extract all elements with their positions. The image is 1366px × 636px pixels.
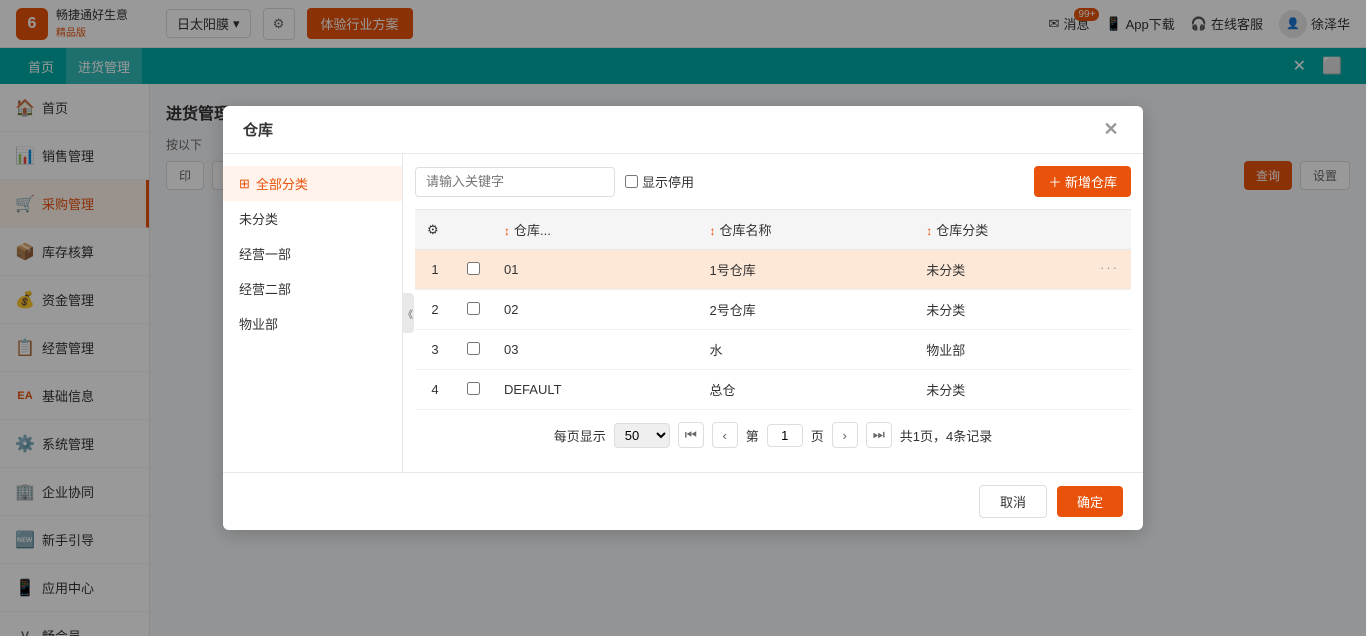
- page-unit: 页: [811, 426, 824, 445]
- cell-code: 01: [492, 250, 698, 290]
- tree-item-all[interactable]: ⊞ 全部分类: [223, 166, 402, 201]
- table-row[interactable]: 2 02 2号仓库 未分类: [415, 290, 1131, 330]
- grid-icon: ⊞: [239, 176, 250, 192]
- cell-code: 03: [492, 330, 698, 370]
- tree-item-property-label: 物业部: [239, 314, 278, 333]
- tree-item-dept2-label: 经营二部: [239, 279, 291, 298]
- cell-checkbox[interactable]: [455, 290, 492, 330]
- total-info: 共1页，4条记录: [900, 426, 992, 445]
- cell-checkbox[interactable]: [455, 370, 492, 410]
- cell-name: 总仓: [698, 370, 915, 410]
- tree-item-dept1[interactable]: 经营一部: [223, 236, 402, 271]
- cell-category: 物业部: [914, 330, 1131, 370]
- col-name[interactable]: ↕仓库名称: [698, 210, 915, 250]
- tree-item-all-label: 全部分类: [256, 174, 308, 193]
- show-disabled-checkbox[interactable]: [625, 175, 638, 188]
- search-input-wrap: 🔍: [415, 167, 615, 197]
- warehouse-table: ⚙ ↕仓库... ↕仓库名称 ↕仓库分类 1 01 1号仓库 未分类··· 2 …: [415, 209, 1131, 410]
- cell-code: 02: [492, 290, 698, 330]
- col-category[interactable]: ↕仓库分类: [914, 210, 1131, 250]
- add-warehouse-btn[interactable]: ＋ 新增仓库: [1034, 166, 1131, 197]
- tree-item-uncategorized[interactable]: 未分类: [223, 201, 402, 236]
- cell-name: 2号仓库: [698, 290, 915, 330]
- col-code[interactable]: ↕仓库...: [492, 210, 698, 250]
- prev-page-btn[interactable]: ‹: [712, 422, 738, 448]
- cell-num: 4: [415, 370, 455, 410]
- per-page-label: 每页显示: [554, 426, 606, 445]
- modal-overlay: 仓库 ✕ ⊞ 全部分类 未分类 经营一部 经营二部: [0, 0, 1366, 636]
- cell-code: DEFAULT: [492, 370, 698, 410]
- table-row[interactable]: 4 DEFAULT 总仓 未分类: [415, 370, 1131, 410]
- tree-item-property[interactable]: 物业部: [223, 306, 402, 341]
- search-input[interactable]: [416, 168, 612, 195]
- cell-name: 1号仓库: [698, 250, 915, 290]
- col-settings[interactable]: ⚙: [415, 210, 455, 250]
- per-page-select[interactable]: 50 20 100: [614, 423, 670, 448]
- search-icon-btn[interactable]: 🔍: [612, 168, 615, 196]
- modal-body: ⊞ 全部分类 未分类 经营一部 经营二部 物业部 《: [223, 154, 1143, 472]
- tree-item-dept1-label: 经营一部: [239, 244, 291, 263]
- pagination: 每页显示 50 20 100 ⏮ ‹ 第 页 › ⏭ 共1页，4条记录: [415, 410, 1131, 460]
- cell-checkbox[interactable]: [455, 330, 492, 370]
- col-checkbox: [455, 210, 492, 250]
- first-page-btn[interactable]: ⏮: [678, 422, 704, 448]
- content-panel: 🔍 显示停用 ＋ 新增仓库 ⚙ ↕仓库...: [403, 154, 1143, 472]
- modal-close-icon[interactable]: ✕: [1099, 118, 1123, 142]
- last-page-btn[interactable]: ⏭: [866, 422, 892, 448]
- warehouse-modal: 仓库 ✕ ⊞ 全部分类 未分类 经营一部 经营二部: [223, 106, 1143, 530]
- page-input[interactable]: [767, 424, 803, 447]
- cell-category: 未分类: [914, 290, 1131, 330]
- content-toolbar: 🔍 显示停用 ＋ 新增仓库: [415, 166, 1131, 197]
- tree-panel: ⊞ 全部分类 未分类 经营一部 经营二部 物业部 《: [223, 154, 403, 472]
- tree-item-dept2[interactable]: 经营二部: [223, 271, 402, 306]
- show-disabled-wrap: 显示停用: [625, 172, 694, 191]
- cell-checkbox[interactable]: [455, 250, 492, 290]
- cell-category: 未分类: [914, 370, 1131, 410]
- table-row[interactable]: 3 03 水 物业部: [415, 330, 1131, 370]
- modal-header: 仓库 ✕: [223, 106, 1143, 154]
- tree-item-uncategorized-label: 未分类: [239, 209, 278, 228]
- modal-title: 仓库: [243, 119, 273, 140]
- cell-num: 3: [415, 330, 455, 370]
- cell-num: 1: [415, 250, 455, 290]
- cell-name: 水: [698, 330, 915, 370]
- cell-category: 未分类···: [914, 250, 1131, 290]
- tree-panel-toggle[interactable]: 《: [402, 293, 414, 333]
- page-label: 第: [746, 426, 759, 445]
- row-more-icon[interactable]: ···: [1100, 260, 1119, 275]
- modal-footer: 取消 确定: [223, 472, 1143, 530]
- show-disabled-label: 显示停用: [642, 172, 694, 191]
- cancel-button[interactable]: 取消: [979, 485, 1047, 518]
- confirm-button[interactable]: 确定: [1057, 486, 1123, 517]
- cell-num: 2: [415, 290, 455, 330]
- next-page-btn[interactable]: ›: [832, 422, 858, 448]
- table-row[interactable]: 1 01 1号仓库 未分类···: [415, 250, 1131, 290]
